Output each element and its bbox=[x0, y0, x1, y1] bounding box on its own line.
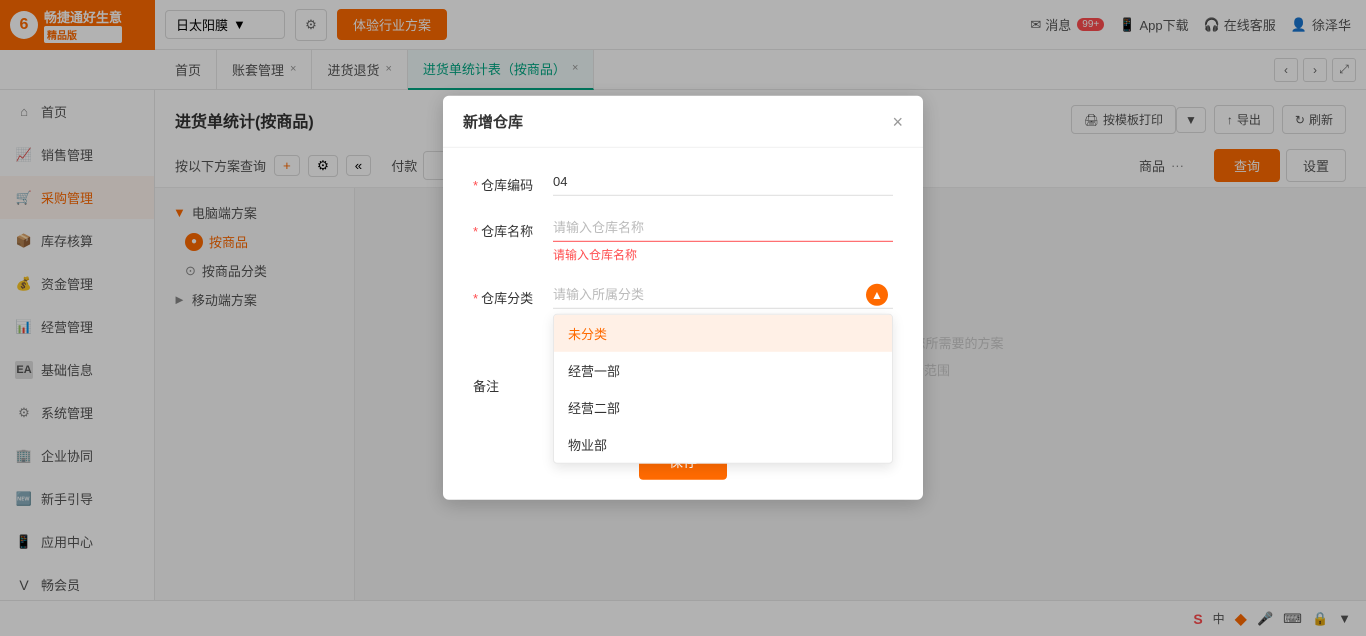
warehouse-code-field: 仓库编码 bbox=[473, 168, 893, 196]
code-label: 仓库编码 bbox=[473, 168, 553, 194]
name-label: 仓库名称 bbox=[473, 214, 553, 240]
dropdown-arrow-button[interactable]: ▲ bbox=[866, 284, 888, 306]
dialog-header: 新增仓库 × bbox=[443, 96, 923, 148]
warehouse-code-row: 仓库编码 bbox=[473, 168, 893, 196]
warehouse-name-row: 仓库名称 bbox=[473, 214, 893, 242]
dropdown-option-3[interactable]: 物业部 bbox=[554, 426, 892, 463]
category-dropdown-list: 未分类 经营一部 经营二部 物业部 bbox=[553, 314, 893, 464]
dropdown-option-1[interactable]: 经营一部 bbox=[554, 352, 892, 389]
warehouse-name-input[interactable] bbox=[553, 214, 893, 242]
dropdown-option-2[interactable]: 经营二部 bbox=[554, 389, 892, 426]
warehouse-code-input[interactable] bbox=[553, 168, 893, 196]
dialog-close-button[interactable]: × bbox=[892, 112, 903, 130]
warehouse-name-field: 仓库名称 请输入仓库名称 bbox=[473, 214, 893, 263]
remark-label: 备注 bbox=[473, 369, 553, 395]
category-input[interactable] bbox=[553, 281, 893, 309]
category-dropdown-wrap: ▲ 未分类 经营一部 经营二部 物业部 bbox=[553, 281, 893, 309]
dialog-title: 新增仓库 bbox=[463, 111, 523, 132]
dialog-body: 仓库编码 仓库名称 请输入仓库名称 仓库分类 ▲ 未分类 bbox=[443, 148, 923, 439]
category-label: 仓库分类 bbox=[473, 281, 553, 307]
warehouse-category-row: 仓库分类 ▲ 未分类 经营一部 经营二部 物业部 bbox=[473, 281, 893, 309]
new-warehouse-dialog: 新增仓库 × 仓库编码 仓库名称 请输入仓库名称 仓库分类 ▲ bbox=[443, 96, 923, 500]
name-error-message: 请输入仓库名称 bbox=[553, 246, 893, 263]
dropdown-option-0[interactable]: 未分类 bbox=[554, 315, 892, 352]
warehouse-category-field: 仓库分类 ▲ 未分类 经营一部 经营二部 物业部 bbox=[473, 281, 893, 309]
